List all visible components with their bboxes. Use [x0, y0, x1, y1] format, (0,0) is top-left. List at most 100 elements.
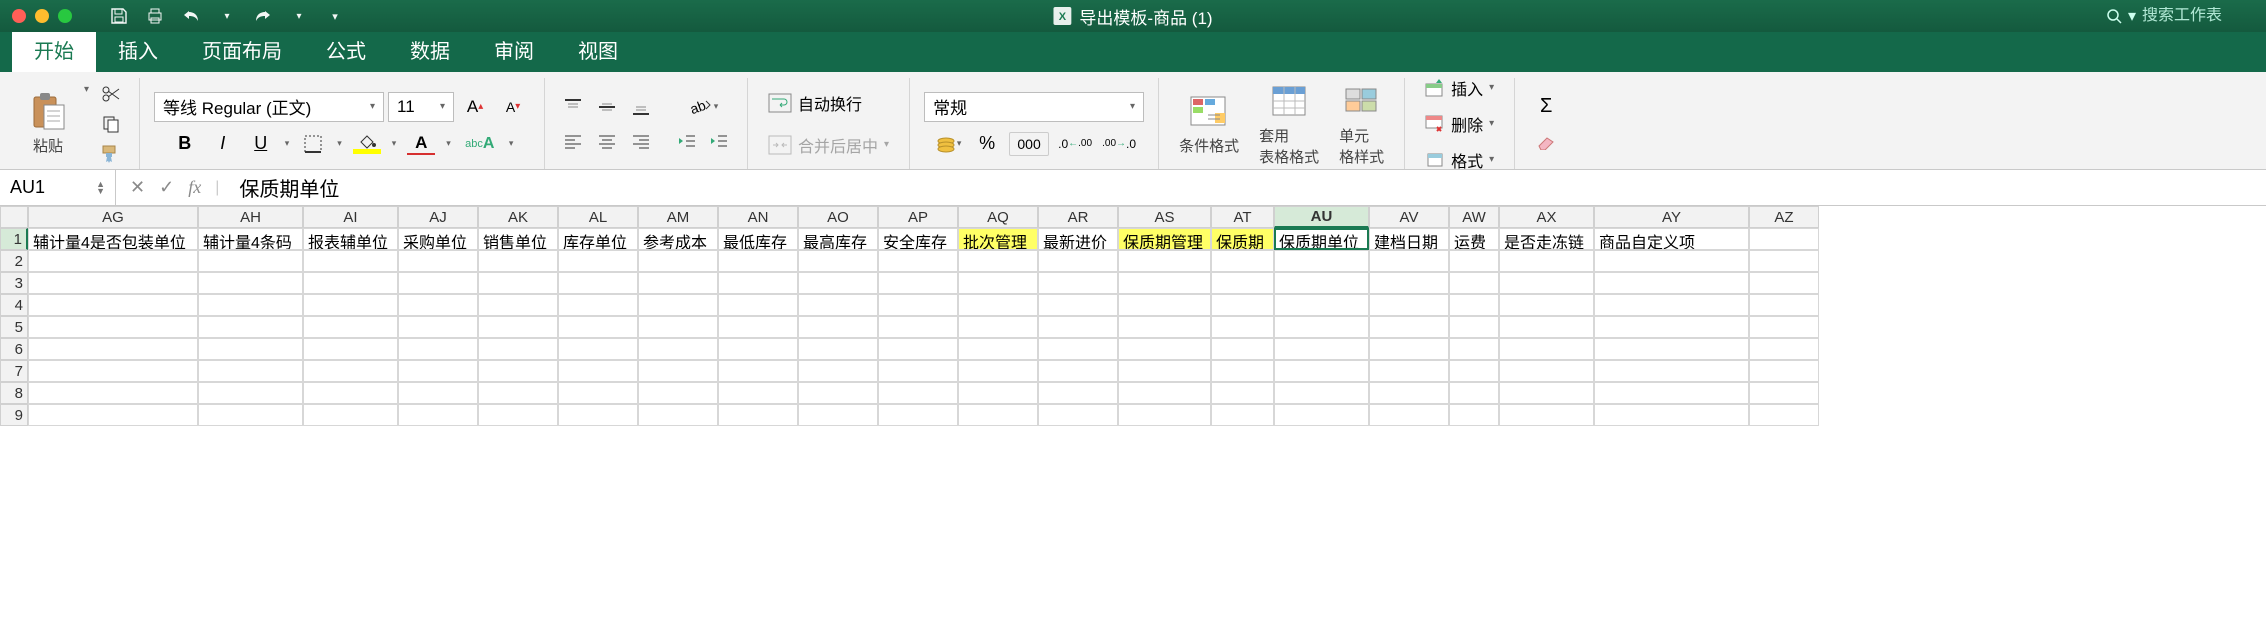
cell[interactable] — [718, 316, 798, 338]
cell[interactable] — [1594, 404, 1749, 426]
cell[interactable] — [1594, 272, 1749, 294]
cell[interactable] — [28, 250, 198, 272]
cell[interactable] — [798, 404, 878, 426]
cell[interactable] — [198, 382, 303, 404]
cell[interactable] — [638, 338, 718, 360]
cell[interactable] — [798, 294, 878, 316]
cell[interactable] — [1449, 250, 1499, 272]
cell[interactable] — [1369, 294, 1449, 316]
cell[interactable] — [718, 338, 798, 360]
cell[interactable] — [638, 360, 718, 382]
column-header[interactable]: AG — [28, 206, 198, 228]
cell[interactable] — [198, 338, 303, 360]
cell[interactable] — [718, 294, 798, 316]
cell[interactable]: 保质期 — [1211, 228, 1274, 250]
cell[interactable] — [1274, 338, 1369, 360]
cell[interactable] — [798, 272, 878, 294]
column-header[interactable]: AN — [718, 206, 798, 228]
cell[interactable] — [878, 294, 958, 316]
cell[interactable] — [558, 338, 638, 360]
comma-style-button[interactable]: 000 — [1009, 132, 1049, 156]
cell[interactable] — [958, 382, 1038, 404]
cell[interactable] — [398, 404, 478, 426]
cell[interactable] — [878, 382, 958, 404]
cell[interactable] — [1749, 316, 1819, 338]
cell[interactable] — [1449, 382, 1499, 404]
cell[interactable]: 最高库存 — [798, 228, 878, 250]
cell[interactable] — [478, 404, 558, 426]
cell[interactable] — [638, 250, 718, 272]
cell[interactable] — [1118, 294, 1211, 316]
cell[interactable] — [718, 404, 798, 426]
cell[interactable]: 库存单位 — [558, 228, 638, 250]
cell[interactable] — [1038, 382, 1118, 404]
cell[interactable] — [28, 316, 198, 338]
cell[interactable] — [878, 250, 958, 272]
cell[interactable]: 商品自定义项 — [1594, 228, 1749, 250]
tab-review[interactable]: 审阅 — [472, 26, 556, 72]
cell[interactable] — [558, 404, 638, 426]
cell[interactable] — [558, 360, 638, 382]
cell[interactable] — [198, 404, 303, 426]
cell[interactable] — [1449, 272, 1499, 294]
cell[interactable] — [478, 338, 558, 360]
row-header[interactable]: 9 — [0, 404, 28, 426]
align-left-button[interactable] — [559, 129, 587, 153]
cut-button[interactable] — [97, 82, 125, 106]
border-button[interactable] — [299, 132, 327, 156]
row-header[interactable]: 7 — [0, 360, 28, 382]
tab-view[interactable]: 视图 — [556, 26, 640, 72]
cell[interactable]: 安全库存 — [878, 228, 958, 250]
align-middle-button[interactable] — [593, 95, 621, 119]
align-bottom-button[interactable] — [627, 95, 655, 119]
cell[interactable] — [558, 316, 638, 338]
cell[interactable] — [1449, 360, 1499, 382]
cell[interactable] — [958, 250, 1038, 272]
cell[interactable]: 保质期管理 — [1118, 228, 1211, 250]
cell[interactable]: 最低库存 — [718, 228, 798, 250]
fill-color-button[interactable] — [352, 132, 382, 156]
undo-dropdown-icon[interactable]: ▾ — [216, 5, 238, 27]
qat-customize-icon[interactable]: ▾ — [324, 5, 346, 27]
column-header[interactable]: AH — [198, 206, 303, 228]
formula-input[interactable] — [233, 176, 2252, 199]
cell[interactable] — [1369, 272, 1449, 294]
cell[interactable] — [303, 404, 398, 426]
cell[interactable] — [398, 250, 478, 272]
font-color-button[interactable]: A — [406, 132, 436, 156]
cell[interactable] — [1038, 250, 1118, 272]
row-header[interactable]: 6 — [0, 338, 28, 360]
column-header[interactable]: AM — [638, 206, 718, 228]
accept-formula-icon[interactable]: ✓ — [159, 177, 174, 198]
column-header[interactable]: AU — [1274, 206, 1369, 228]
bold-button[interactable]: B — [171, 132, 199, 156]
column-header[interactable]: AY — [1594, 206, 1749, 228]
cell[interactable]: 采购单位 — [398, 228, 478, 250]
cell[interactable] — [1449, 294, 1499, 316]
cell[interactable] — [878, 316, 958, 338]
cell[interactable] — [718, 360, 798, 382]
column-header[interactable]: AJ — [398, 206, 478, 228]
cell[interactable] — [1038, 404, 1118, 426]
decrease-decimal-button[interactable]: .00→.0 — [1101, 132, 1137, 156]
spreadsheet-grid[interactable]: AGAHAIAJAKALAMANAOAPAQARASATAUAVAWAXAYAZ… — [0, 206, 2266, 426]
cell[interactable] — [1211, 294, 1274, 316]
cell[interactable] — [1369, 360, 1449, 382]
print-icon[interactable] — [144, 5, 166, 27]
increase-decimal-button[interactable]: .0←.00 — [1057, 132, 1093, 156]
cell[interactable] — [28, 272, 198, 294]
cell[interactable] — [1749, 338, 1819, 360]
cell[interactable] — [1274, 404, 1369, 426]
cell[interactable] — [638, 404, 718, 426]
align-right-button[interactable] — [627, 129, 655, 153]
cell[interactable] — [718, 382, 798, 404]
cell[interactable]: 辅计量4条码 — [198, 228, 303, 250]
font-name-select[interactable]: 等线 Regular (正文)▾ — [154, 92, 384, 122]
cell[interactable] — [1118, 250, 1211, 272]
select-all-corner[interactable] — [0, 206, 28, 228]
paste-button[interactable]: 粘贴 — [20, 87, 76, 160]
cell[interactable] — [28, 404, 198, 426]
cell[interactable] — [1449, 338, 1499, 360]
save-icon[interactable] — [108, 5, 130, 27]
merge-center-button[interactable]: 合并后居中 ▾ — [762, 131, 895, 159]
